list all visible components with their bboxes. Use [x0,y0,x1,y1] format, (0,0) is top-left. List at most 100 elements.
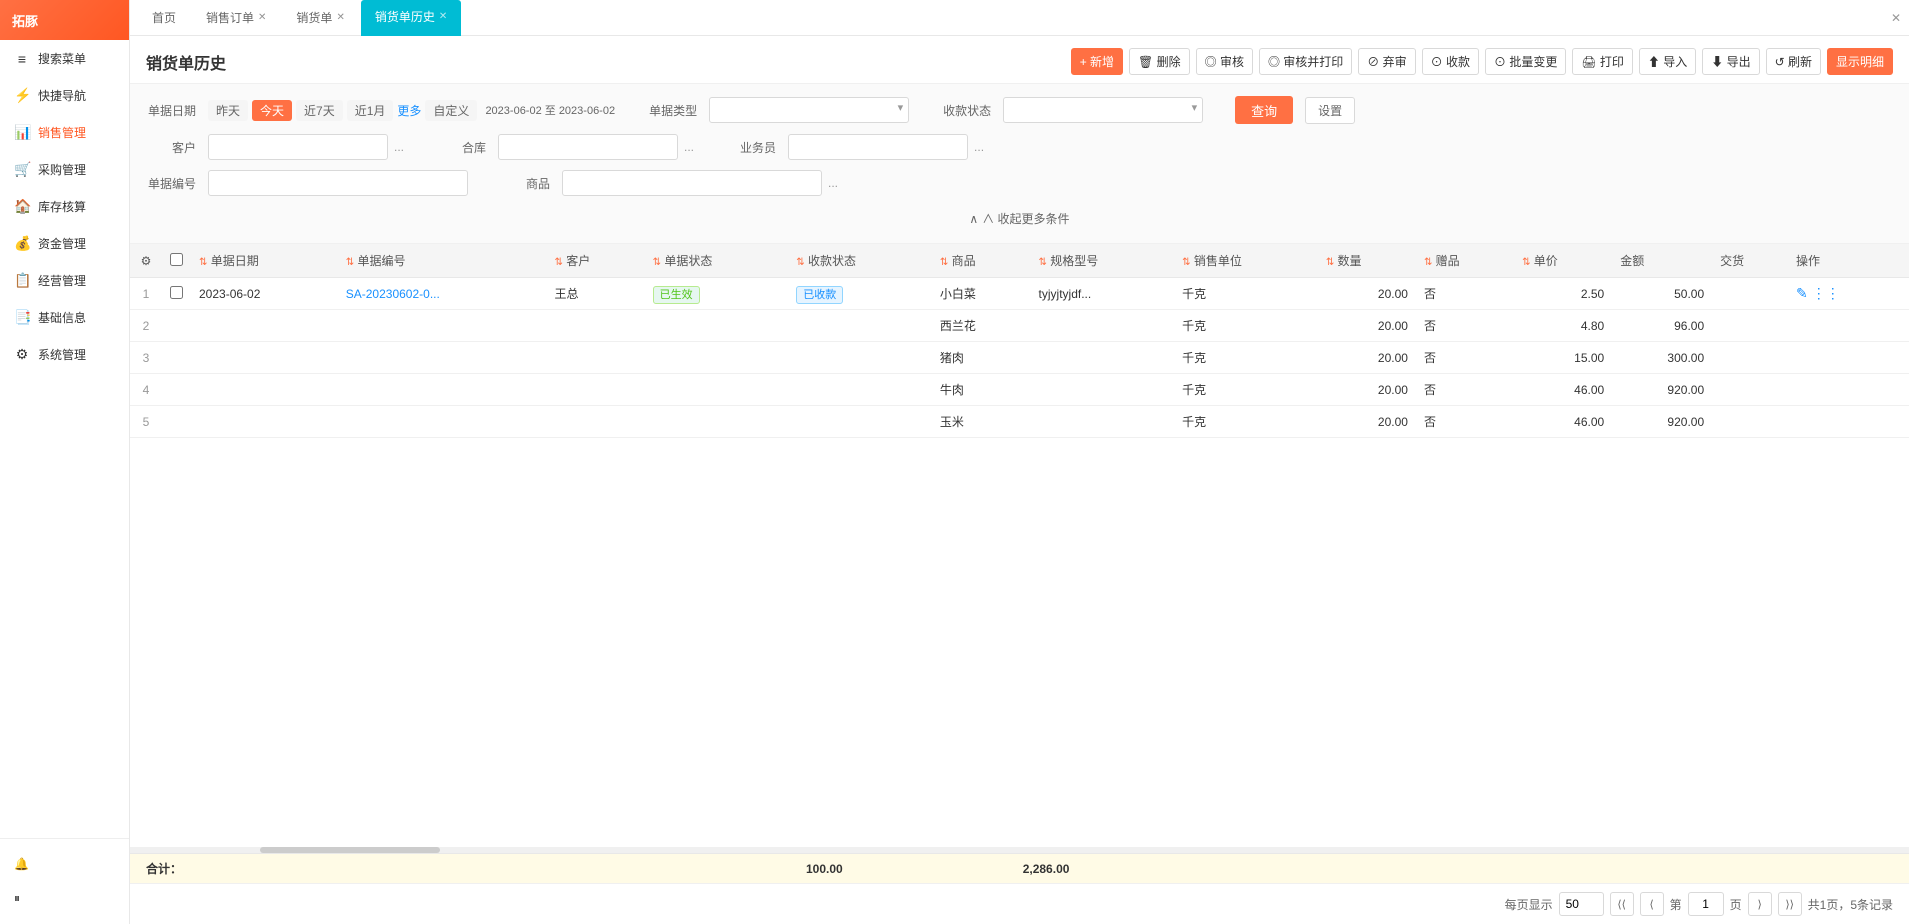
cell-qty: 20.00 [1318,342,1416,374]
cell-price: 15.00 [1514,342,1612,374]
doc-type-select[interactable] [709,97,909,123]
doc-no-link[interactable]: SA-20230602-0... [346,287,440,301]
page-first-btn[interactable]: ⟨⟨ [1610,892,1634,916]
export-button[interactable]: ⬇ 导出 [1702,48,1759,75]
tab-sales-invoice[interactable]: 销货单 ✕ [282,0,358,36]
staff-dots[interactable]: ... [974,140,984,154]
doc-no-label: 单据编号 [146,175,196,192]
ops-icon: 📋 [14,272,30,289]
table-wrap: ⚙ ⇅ 单据日期 ⇅ 单据编号 [130,244,1909,847]
warehouse-input[interactable] [498,134,678,160]
edit-icon[interactable]: ✎ [1796,285,1808,301]
th-doc-status-sort-icon[interactable]: ⇅ [653,257,661,268]
th-customer-sort-icon[interactable]: ⇅ [554,257,562,268]
sidebar-item-basic[interactable]: 📑 基础信息 [0,299,129,336]
new-button[interactable]: + 新增 [1071,48,1123,75]
date-more-link[interactable]: 更多 [397,102,421,119]
date-pill-7days[interactable]: 近7天 [296,100,343,121]
customer-dots[interactable]: ... [394,140,404,154]
abandon-button[interactable]: ⊘ 弃审 [1358,48,1415,75]
cell-price: 4.80 [1514,310,1612,342]
more-icon[interactable]: ⋮⋮ [1812,285,1840,301]
cell-doc-no[interactable]: SA-20230602-0... [338,278,547,310]
cell-operation [1788,342,1909,374]
cell-spec [1031,374,1175,406]
date-pill-yesterday[interactable]: 昨天 [208,100,248,121]
settings-button[interactable]: 设置 [1305,97,1355,124]
batch-change-button[interactable]: ⊙ 批量变更 [1485,48,1566,75]
tab-sales-order-close[interactable]: ✕ [258,12,266,23]
th-gift-sort-icon[interactable]: ⇅ [1424,257,1432,268]
sidebar-item-quicknav[interactable]: ⚡ 快捷导航 [0,77,129,114]
sidebar-item-search[interactable]: ≡ 搜索菜单 [0,40,129,77]
quick-nav-icon: ⚡ [14,87,30,104]
th-payment-sort-icon[interactable]: ⇅ [796,257,804,268]
sidebar-item-ops[interactable]: 📋 经营管理 [0,262,129,299]
cell-amount: 50.00 [1612,278,1712,310]
review-button[interactable]: ◎ 审核 [1196,48,1253,75]
tab-home[interactable]: 首页 [138,0,190,36]
select-all-checkbox[interactable] [170,253,183,266]
import-button[interactable]: ⬆ 导入 [1639,48,1696,75]
cell-doc-status [645,374,789,406]
doc-no-input[interactable] [208,170,468,196]
page-size-select[interactable]: 20 50 100 [1559,892,1604,916]
cell-gift: 否 [1416,310,1514,342]
payment-status-select-wrap [1003,97,1203,123]
sidebar-item-purchase[interactable]: 🛒 采购管理 [0,151,129,188]
th-unit: ⇅ 销售单位 [1174,244,1318,278]
page-prev-btn[interactable]: ⟨ [1640,892,1664,916]
table-footer: 合计： 100.00 2,286.00 [130,853,1909,883]
cell-customer [546,342,644,374]
th-settings[interactable]: ⚙ [130,244,162,278]
date-pill-custom[interactable]: 自定义 [425,100,477,121]
print-button[interactable]: 🖨 打印 [1572,48,1633,75]
th-unit-sort-icon[interactable]: ⇅ [1182,257,1190,268]
th-goods-sort-icon[interactable]: ⇅ [940,257,948,268]
goods-dots[interactable]: ... [828,176,838,190]
payment-status-select[interactable] [1003,97,1203,123]
window-close-btn[interactable]: ✕ [1891,11,1901,25]
cell-unit: 千克 [1174,278,1318,310]
filter-row-2: 客户 ... 合库 ... 业务员 ... [146,134,1893,160]
th-spec-sort-icon[interactable]: ⇅ [1039,257,1047,268]
date-pill-today[interactable]: 今天 [252,100,292,121]
date-pill-1month[interactable]: 近1月 [347,100,394,121]
collapse-button[interactable]: ∧ ∧ 收起更多条件 [146,206,1893,231]
th-date-sort-icon[interactable]: ⇅ [199,257,207,268]
query-button[interactable]: 查询 [1235,96,1293,124]
sidebar-item-inventory[interactable]: 🏠 库存核算 [0,188,129,225]
th-qty-sort-icon[interactable]: ⇅ [1326,257,1334,268]
page-last-btn[interactable]: ⟩⟩ [1778,892,1802,916]
footer-label: 合计： [146,860,206,877]
staff-input[interactable] [788,134,968,160]
tab-sales-history-close[interactable]: ✕ [439,11,447,22]
warehouse-dots[interactable]: ... [684,140,694,154]
th-operation: 操作 [1788,244,1909,278]
th-doc-no: ⇅ 单据编号 [338,244,547,278]
staff-label: 业务员 [726,139,776,156]
cell-unit: 千克 [1174,342,1318,374]
sidebar-pause[interactable]: ⏸ [0,881,129,916]
delete-button[interactable]: 🗑 删除 [1129,48,1190,75]
page-number-input[interactable] [1688,892,1724,916]
tab-sales-order[interactable]: 销售订单 ✕ [192,0,280,36]
tab-sales-invoice-close[interactable]: ✕ [336,12,344,23]
sidebar-item-finance[interactable]: 💰 资金管理 [0,225,129,262]
sidebar-item-sales[interactable]: 📊 销售管理 [0,114,129,151]
sidebar-item-system[interactable]: ⚙ 系统管理 [0,336,129,373]
customer-input[interactable] [208,134,388,160]
th-doc-no-sort-icon[interactable]: ⇅ [346,257,354,268]
settings-gear-icon[interactable]: ⚙ [141,254,152,268]
review-print-button[interactable]: ◎ 审核并打印 [1259,48,1352,75]
page-next-btn[interactable]: ⟩ [1748,892,1772,916]
goods-input[interactable] [562,170,822,196]
collect-button[interactable]: ⊙ 收款 [1422,48,1479,75]
cell-date [191,374,338,406]
sidebar-notification[interactable]: 🔔 [0,847,129,881]
th-price-sort-icon[interactable]: ⇅ [1522,257,1530,268]
tab-sales-history[interactable]: 销货单历史 ✕ [361,0,461,36]
row-checkbox[interactable] [170,286,183,299]
refresh-button[interactable]: ↺ 刷新 [1766,48,1821,75]
show-details-button[interactable]: 显示明细 [1827,48,1893,75]
